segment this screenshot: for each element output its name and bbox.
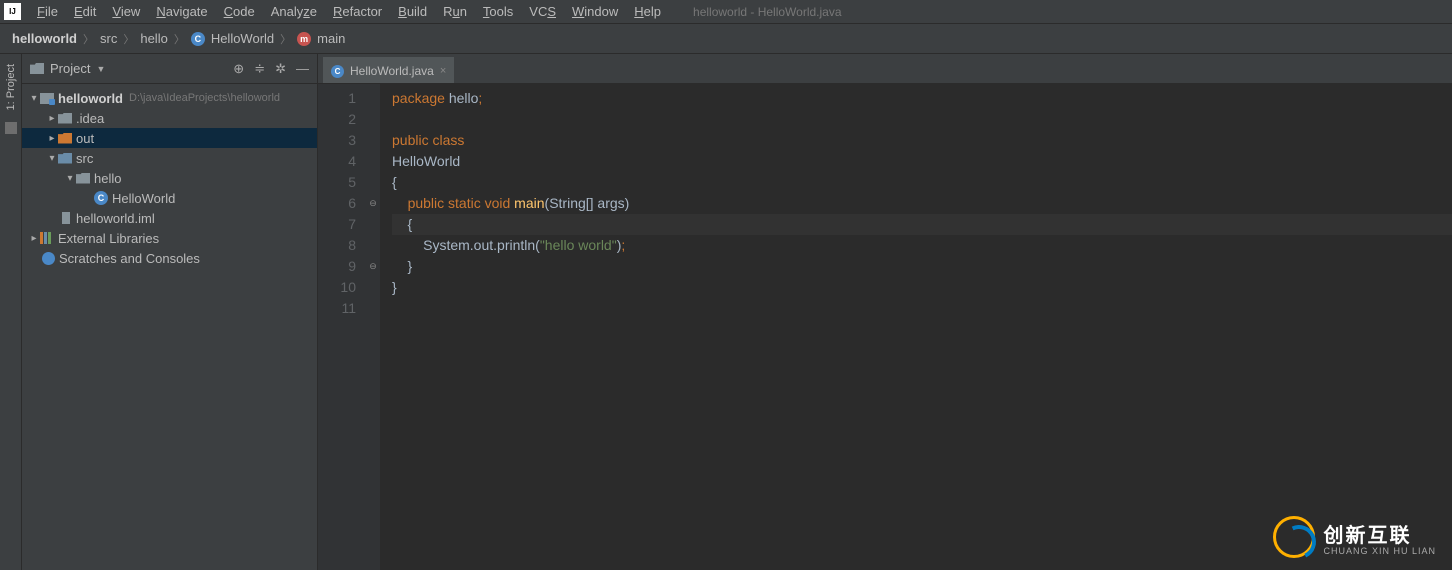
watermark-text-group: 创新互联 CHUANG XIN HU LIAN xyxy=(1323,519,1436,556)
iml-label: helloworld.iml xyxy=(76,211,155,226)
sidebar-toolbar: ⊕ ≑ ✲ — xyxy=(233,61,309,77)
watermark-sub: CHUANG XIN HU LIAN xyxy=(1323,546,1436,556)
app-icon: IJ xyxy=(4,3,21,20)
tree-src[interactable]: ▾ src xyxy=(22,148,317,168)
crumb-class[interactable]: C HelloWorld xyxy=(191,31,274,46)
folder-icon xyxy=(58,133,72,144)
crumb-method[interactable]: mmain xyxy=(297,31,345,46)
navbar: helloworld 〉 src 〉 hello 〉 C HelloWorld 〉… xyxy=(0,24,1452,54)
editor: C HelloWorld.java × 1234567891011 ⊖ ⊖ pa… xyxy=(318,54,1452,570)
hello-label: hello xyxy=(94,171,121,186)
project-tree: ▾ helloworld D:\java\IdeaProjects\hellowor… xyxy=(22,84,317,570)
close-icon[interactable]: × xyxy=(440,65,446,77)
class-icon: C xyxy=(191,32,205,46)
tree-hello[interactable]: ▾ hello xyxy=(22,168,317,188)
collapse-icon[interactable]: ≑ xyxy=(254,61,265,77)
main: 1: Project Project ▼ ⊕ ≑ ✲ — ▾ helloworld… xyxy=(0,54,1452,570)
crumb-src[interactable]: src xyxy=(100,31,117,46)
iml-icon xyxy=(60,212,72,224)
expand-icon: ▾ xyxy=(64,173,76,184)
out-label: out xyxy=(76,131,94,146)
menu-code[interactable]: Code xyxy=(216,0,263,24)
tabbar: C HelloWorld.java × xyxy=(318,54,1452,84)
chevron-right-icon: 〉 xyxy=(280,31,291,47)
project-icon xyxy=(30,63,44,74)
menu-navigate[interactable]: Navigate xyxy=(148,0,215,24)
sidebar-header: Project ▼ ⊕ ≑ ✲ — xyxy=(22,54,317,84)
tree-root[interactable]: ▾ helloworld D:\java\IdeaProjects\hellowor… xyxy=(22,88,317,108)
editor-tab[interactable]: C HelloWorld.java × xyxy=(323,57,454,83)
menu-analyze[interactable]: Analyze xyxy=(263,0,325,24)
sidebar: Project ▼ ⊕ ≑ ✲ — ▾ helloworld D:\java\Ide… xyxy=(22,54,318,570)
menu-help[interactable]: Help xyxy=(626,0,669,24)
class-icon: C xyxy=(331,65,344,78)
watermark: 创新互联 CHUANG XIN HU LIAN xyxy=(1273,516,1436,558)
toolstrip-structure-icon[interactable] xyxy=(5,122,17,134)
scratch-label: Scratches and Consoles xyxy=(59,251,200,266)
dropdown-icon: ▼ xyxy=(96,64,105,74)
external-label: External Libraries xyxy=(58,231,159,246)
menu-refactor[interactable]: Refactor xyxy=(325,0,390,24)
tree-iml[interactable]: helloworld.iml xyxy=(22,208,317,228)
gear-icon[interactable]: ✲ xyxy=(275,61,286,77)
folder-icon xyxy=(58,113,72,124)
menu-window[interactable]: Window xyxy=(564,0,626,24)
expand-icon: ▾ xyxy=(46,153,58,164)
folder-icon xyxy=(76,173,90,184)
gutter: 1234567891011 xyxy=(318,84,366,570)
crumb-pkg[interactable]: hello xyxy=(140,31,167,46)
menu-edit[interactable]: Edit xyxy=(66,0,104,24)
idea-label: .idea xyxy=(76,111,104,126)
expand-icon: ▸ xyxy=(46,113,58,124)
expand-icon: ▸ xyxy=(28,233,40,244)
toolstrip: 1: Project xyxy=(0,54,22,570)
method-icon: m xyxy=(297,32,311,46)
tree-external[interactable]: ▸ External Libraries xyxy=(22,228,317,248)
crumb-class-label: HelloWorld xyxy=(211,31,274,46)
class-icon: C xyxy=(94,191,108,205)
crumb-method-label: main xyxy=(317,31,345,46)
menu-run[interactable]: Run xyxy=(435,0,475,24)
class-label: HelloWorld xyxy=(112,191,175,206)
expand-icon: ▾ xyxy=(28,93,40,104)
root-label: helloworld xyxy=(58,91,123,106)
chevron-right-icon: 〉 xyxy=(123,31,134,47)
tree-scratch[interactable]: Scratches and Consoles xyxy=(22,248,317,268)
menu-tools[interactable]: Tools xyxy=(475,0,521,24)
chevron-right-icon: 〉 xyxy=(83,31,94,47)
watermark-logo-icon xyxy=(1273,516,1315,558)
chevron-right-icon: 〉 xyxy=(174,31,185,47)
sidebar-title-group[interactable]: Project ▼ xyxy=(30,61,227,76)
crumb-project[interactable]: helloworld xyxy=(12,31,77,46)
tree-out[interactable]: ▸ out xyxy=(22,128,317,148)
hide-icon[interactable]: — xyxy=(296,61,309,77)
scratch-icon xyxy=(42,252,55,265)
code-area[interactable]: 1234567891011 ⊖ ⊖ package hello;public c… xyxy=(318,84,1452,570)
tree-idea[interactable]: ▸ .idea xyxy=(22,108,317,128)
code[interactable]: package hello;public classHelloWorld{ pu… xyxy=(380,84,1452,570)
src-label: src xyxy=(76,151,93,166)
watermark-text: 创新互联 xyxy=(1323,525,1411,547)
tab-label: HelloWorld.java xyxy=(350,64,434,78)
tree-class[interactable]: C HelloWorld xyxy=(22,188,317,208)
menu-file[interactable]: File xyxy=(29,0,66,24)
sidebar-title: Project xyxy=(50,61,90,76)
menubar: IJ File Edit View Navigate Code Analyze … xyxy=(0,0,1452,24)
menu-build[interactable]: Build xyxy=(390,0,435,24)
title-text: helloworld - HelloWorld.java xyxy=(693,5,842,19)
expand-icon: ▸ xyxy=(46,133,58,144)
locate-icon[interactable]: ⊕ xyxy=(233,61,244,77)
module-icon xyxy=(40,93,54,104)
library-icon xyxy=(40,232,54,244)
root-path: D:\java\IdeaProjects\helloworld xyxy=(129,92,280,104)
menu-view[interactable]: View xyxy=(104,0,148,24)
folder-icon xyxy=(58,153,72,164)
fold-gutter: ⊖ ⊖ xyxy=(366,84,380,570)
toolstrip-project[interactable]: 1: Project xyxy=(5,60,17,114)
menu-vcs[interactable]: VCS xyxy=(521,0,564,24)
